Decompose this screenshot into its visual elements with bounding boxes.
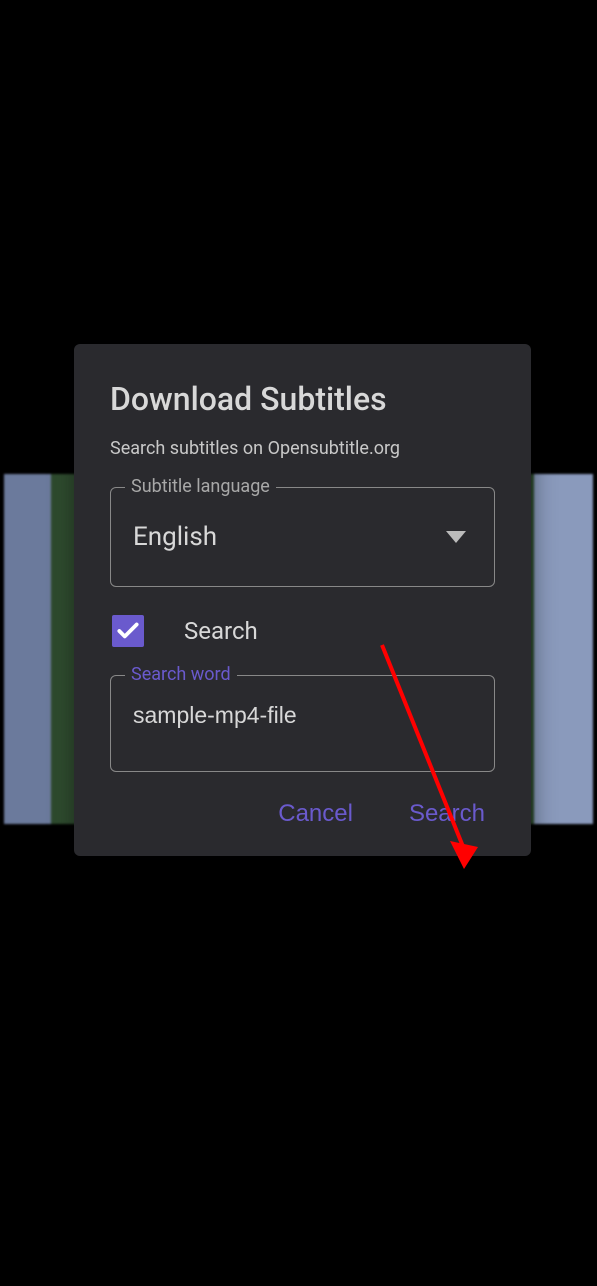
language-label: Subtitle language xyxy=(125,476,276,497)
language-value: English xyxy=(133,522,217,552)
search-word-input[interactable] xyxy=(133,702,476,729)
search-checkbox[interactable] xyxy=(112,615,144,647)
search-word-label: Search word xyxy=(125,664,237,685)
language-dropdown[interactable]: Subtitle language English xyxy=(110,487,495,587)
cancel-button[interactable]: Cancel xyxy=(278,800,353,828)
checkmark-icon xyxy=(115,618,141,644)
search-checkbox-label: Search xyxy=(184,617,258,645)
language-dropdown-row: English xyxy=(133,522,476,552)
dialog-actions: Cancel Search xyxy=(110,800,495,828)
download-subtitles-dialog: Download Subtitles Search subtitles on O… xyxy=(74,344,531,856)
dialog-subtitle: Search subtitles on Opensubtitle.org xyxy=(110,438,495,459)
dialog-title: Download Subtitles xyxy=(110,380,495,418)
search-checkbox-row: Search xyxy=(112,615,495,647)
phone-frame: Download Subtitles Search subtitles on O… xyxy=(0,0,597,1286)
search-button[interactable]: Search xyxy=(409,800,485,828)
search-word-field[interactable]: Search word xyxy=(110,675,495,772)
dropdown-caret-icon xyxy=(446,531,466,543)
